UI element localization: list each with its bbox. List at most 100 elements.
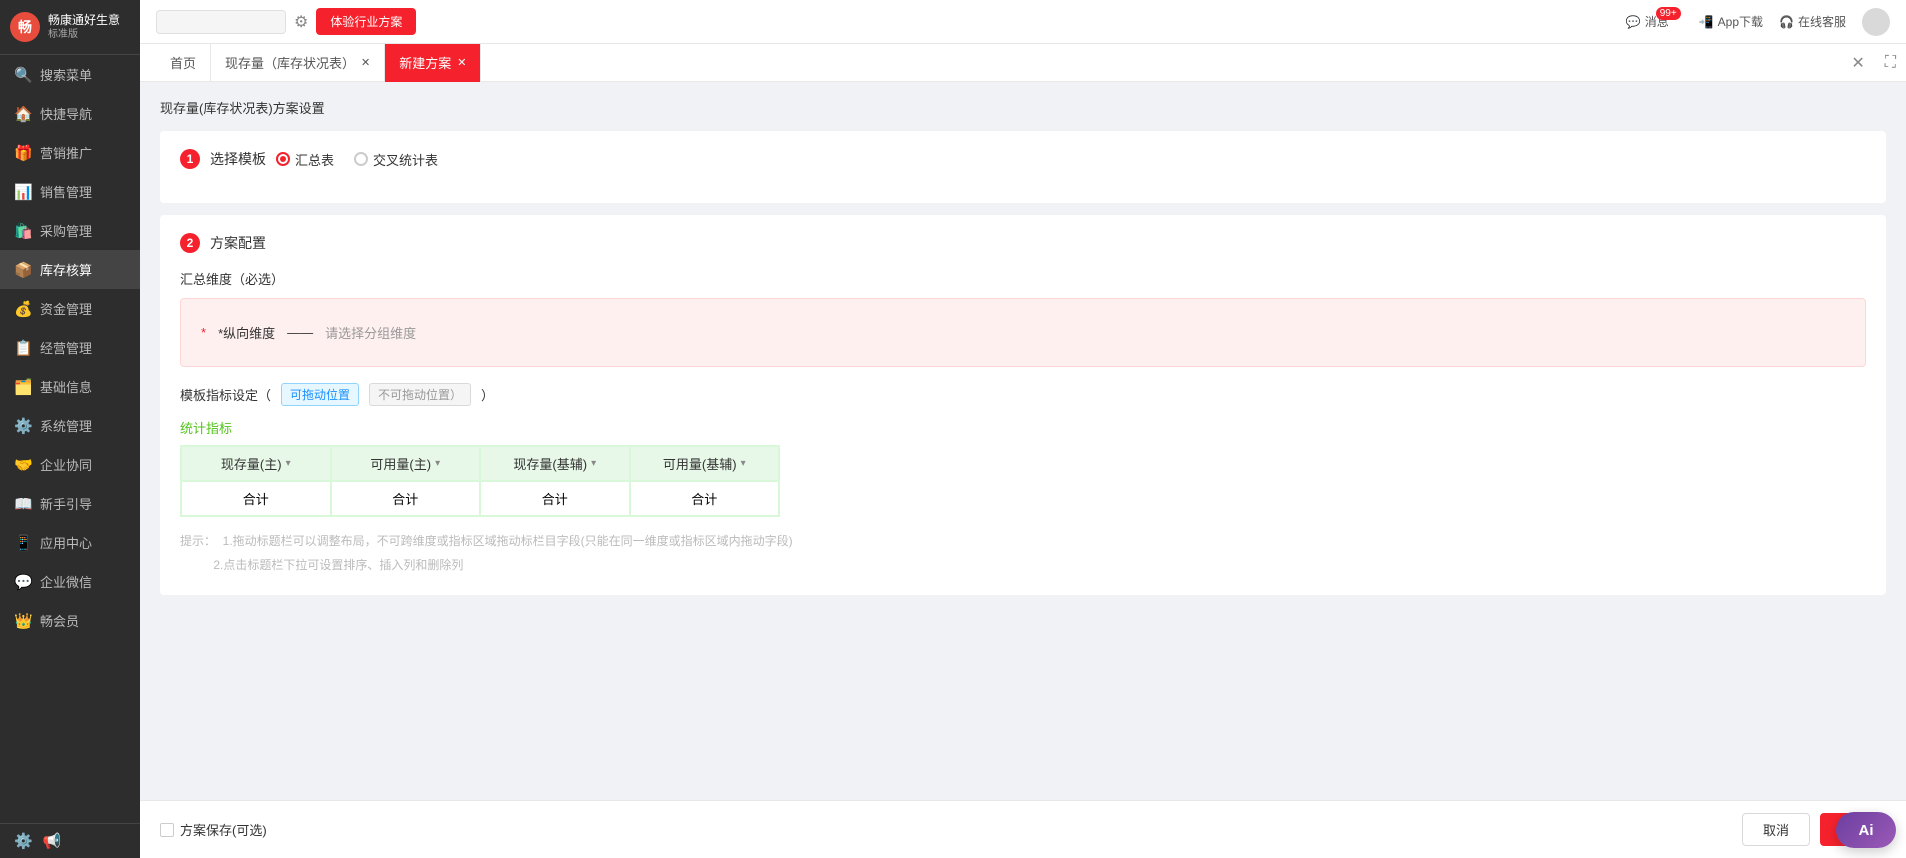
- step1-badge: 1: [180, 149, 200, 169]
- logo-icon: 畅: [10, 12, 40, 42]
- dimension-placeholder: 请选择分组维度: [325, 323, 416, 342]
- step2-section: 2 方案配置 汇总维度（必选） * *纵向维度 —— 请选择分组维度 模板指标设…: [160, 215, 1886, 595]
- step1-title: 选择模板: [210, 149, 266, 169]
- radio-summary[interactable]: 汇总表: [276, 150, 334, 169]
- col4-header[interactable]: 可用量(基辅) ▾: [630, 446, 780, 481]
- col4-chevron-icon: ▾: [741, 458, 746, 469]
- summary-dimension-label: 汇总维度（必选）: [180, 269, 1866, 288]
- sidebar-item-enterprise[interactable]: 🤝 企业协同: [0, 445, 140, 484]
- tab-home-label: 首页: [170, 53, 196, 72]
- service-label: 在线客服: [1798, 13, 1846, 30]
- system-icon: ⚙️: [14, 417, 32, 435]
- sidebar-item-marketing[interactable]: 🎁 营销推广: [0, 133, 140, 172]
- radio-cross-circle: [354, 152, 368, 166]
- home-icon: 🏠: [14, 105, 32, 123]
- speaker-icon[interactable]: 📢: [43, 832, 62, 850]
- sidebar-item-newbie[interactable]: 📖 新手引导: [0, 484, 140, 523]
- tab-expand-icon[interactable]: ⛶: [1875, 54, 1906, 72]
- service-button[interactable]: 🎧 在线客服: [1779, 13, 1846, 30]
- sidebar-item-sales[interactable]: 📊 销售管理: [0, 172, 140, 211]
- trial-button[interactable]: 体验行业方案: [316, 8, 416, 35]
- template-settings-label: 模板指标设定（: [180, 385, 271, 404]
- col2-header[interactable]: 可用量(主) ▾: [331, 446, 481, 481]
- save-option-label: 方案保存(可选): [180, 820, 267, 839]
- tab-inventory-close-icon[interactable]: ✕: [361, 56, 370, 69]
- save-checkbox[interactable]: [160, 823, 174, 837]
- finance-icon: 💰: [14, 300, 32, 318]
- sidebar-item-finance[interactable]: 💰 资金管理: [0, 289, 140, 328]
- hint2: 2.点击标题栏下拉可设置排序、插入列和删除列: [180, 553, 1866, 577]
- draggable-tag: 可拖动位置: [281, 383, 359, 406]
- col2-chevron-icon: ▾: [435, 458, 440, 469]
- dimension-row: * *纵向维度 —— 请选择分组维度: [201, 323, 1845, 342]
- sidebar-item-member-label: 畅会员: [40, 611, 79, 630]
- sidebar-item-wechat-label: 企业微信: [40, 572, 92, 591]
- stats-section: 统计指标 现存量(主) ▾ 可用量: [180, 418, 1866, 517]
- dimension-dash: ——: [287, 325, 313, 340]
- user-avatar[interactable]: [1862, 8, 1890, 36]
- radio-summary-circle: [276, 152, 290, 166]
- sidebar-item-basic[interactable]: 🗂️ 基础信息: [0, 367, 140, 406]
- operations-icon: 📋: [14, 339, 32, 357]
- settings-icon[interactable]: ⚙️: [14, 832, 33, 850]
- ai-bubble[interactable]: Ai: [1836, 812, 1896, 848]
- template-settings-close: ）: [481, 385, 494, 404]
- cancel-button[interactable]: 取消: [1742, 813, 1810, 846]
- template-settings: 模板指标设定（ 可拖动位置 不可拖动位置） ）: [180, 383, 1866, 406]
- message-button[interactable]: 💬 消息 99+: [1626, 13, 1669, 30]
- col1-header[interactable]: 现存量(主) ▾: [181, 446, 331, 481]
- tab-home[interactable]: 首页: [156, 44, 211, 82]
- save-option[interactable]: 方案保存(可选): [160, 820, 267, 839]
- main-area: ⚙ 体验行业方案 💬 消息 99+ 📲 App下载 🎧 在线客服 首页: [140, 0, 1906, 858]
- sidebar-item-inventory-label: 库存核算: [40, 260, 92, 279]
- content-area: 现存量(库存状况表)方案设置 1 选择模板 汇总表 交叉统计表: [140, 82, 1906, 800]
- gift-icon: 🎁: [14, 144, 32, 162]
- inventory-icon: 📦: [14, 261, 32, 279]
- sidebar-item-shortcut[interactable]: 🏠 快捷导航: [0, 94, 140, 133]
- sidebar-item-operations-label: 经营管理: [40, 338, 92, 357]
- topbar-right: 💬 消息 99+ 📲 App下载 🎧 在线客服: [1626, 8, 1890, 36]
- sidebar-item-purchase[interactable]: 🛍️ 采购管理: [0, 211, 140, 250]
- sidebar-item-finance-label: 资金管理: [40, 299, 92, 318]
- topbar-search-input[interactable]: [156, 10, 286, 34]
- tabs-bar: 首页 现存量（库存状况表） ✕ 新建方案 ✕ ✕ ⛶: [140, 44, 1906, 82]
- sidebar-scroll: 🔍 搜索菜单 🏠 快捷导航 🎁 营销推广 📊 销售管理 🛍️ 采购管理 📦 库存…: [0, 55, 140, 823]
- sidebar-item-system-label: 系统管理: [40, 416, 92, 435]
- sidebar-item-enterprise-label: 企业协同: [40, 455, 92, 474]
- search-icon: 🔍: [14, 66, 32, 84]
- headset-icon: 🎧: [1779, 15, 1794, 29]
- dimension-area[interactable]: * *纵向维度 —— 请选择分组维度: [180, 298, 1866, 367]
- sidebar-item-operations[interactable]: 📋 经营管理: [0, 328, 140, 367]
- non-draggable-tag: 不可拖动位置）: [369, 383, 471, 406]
- tab-inventory-label: 现存量（库存状况表）: [225, 53, 355, 72]
- tab-collapse-icon[interactable]: ✕: [1841, 53, 1874, 73]
- topbar-gear-icon[interactable]: ⚙: [294, 12, 308, 32]
- col3-header[interactable]: 现存量(基辅) ▾: [480, 446, 630, 481]
- sidebar-item-apps[interactable]: 📱 应用中心: [0, 523, 140, 562]
- sidebar-item-wechat[interactable]: 💬 企业微信: [0, 562, 140, 601]
- col3-chevron-icon: ▾: [591, 458, 596, 469]
- enterprise-icon: 🤝: [14, 456, 32, 474]
- col4-cell: 合计: [630, 481, 780, 516]
- required-marker: *: [201, 325, 206, 340]
- apps-icon: 📱: [14, 534, 32, 552]
- tab-new-scheme[interactable]: 新建方案 ✕: [385, 44, 481, 82]
- sidebar-logo: 畅 畅康通好生意 标准版: [0, 0, 140, 55]
- col2-cell: 合计: [331, 481, 481, 516]
- app-download-button[interactable]: 📲 App下载: [1699, 13, 1763, 30]
- sidebar-item-system[interactable]: ⚙️ 系统管理: [0, 406, 140, 445]
- sidebar-item-search[interactable]: 🔍 搜索菜单: [0, 55, 140, 94]
- purchase-icon: 🛍️: [14, 222, 32, 240]
- sidebar-item-newbie-label: 新手引导: [40, 494, 92, 513]
- step2-title: 方案配置: [210, 233, 266, 253]
- wechat-icon: 💬: [14, 573, 32, 591]
- col1-header-label: 现存量(主): [221, 454, 282, 473]
- tab-new-scheme-close-icon[interactable]: ✕: [457, 56, 466, 69]
- tab-inventory-status[interactable]: 现存量（库存状况表） ✕: [211, 44, 385, 82]
- radio-cross[interactable]: 交叉统计表: [354, 150, 438, 169]
- sidebar-item-inventory[interactable]: 📦 库存核算: [0, 250, 140, 289]
- radio-summary-label: 汇总表: [295, 150, 334, 169]
- hints-area: 提示： 1.拖动标题栏可以调整布局，不可跨维度或指标区域拖动标栏目字段(只能在同…: [180, 529, 1866, 577]
- sidebar-item-member[interactable]: 👑 畅会员: [0, 601, 140, 640]
- template-radio-group: 汇总表 交叉统计表: [276, 150, 438, 169]
